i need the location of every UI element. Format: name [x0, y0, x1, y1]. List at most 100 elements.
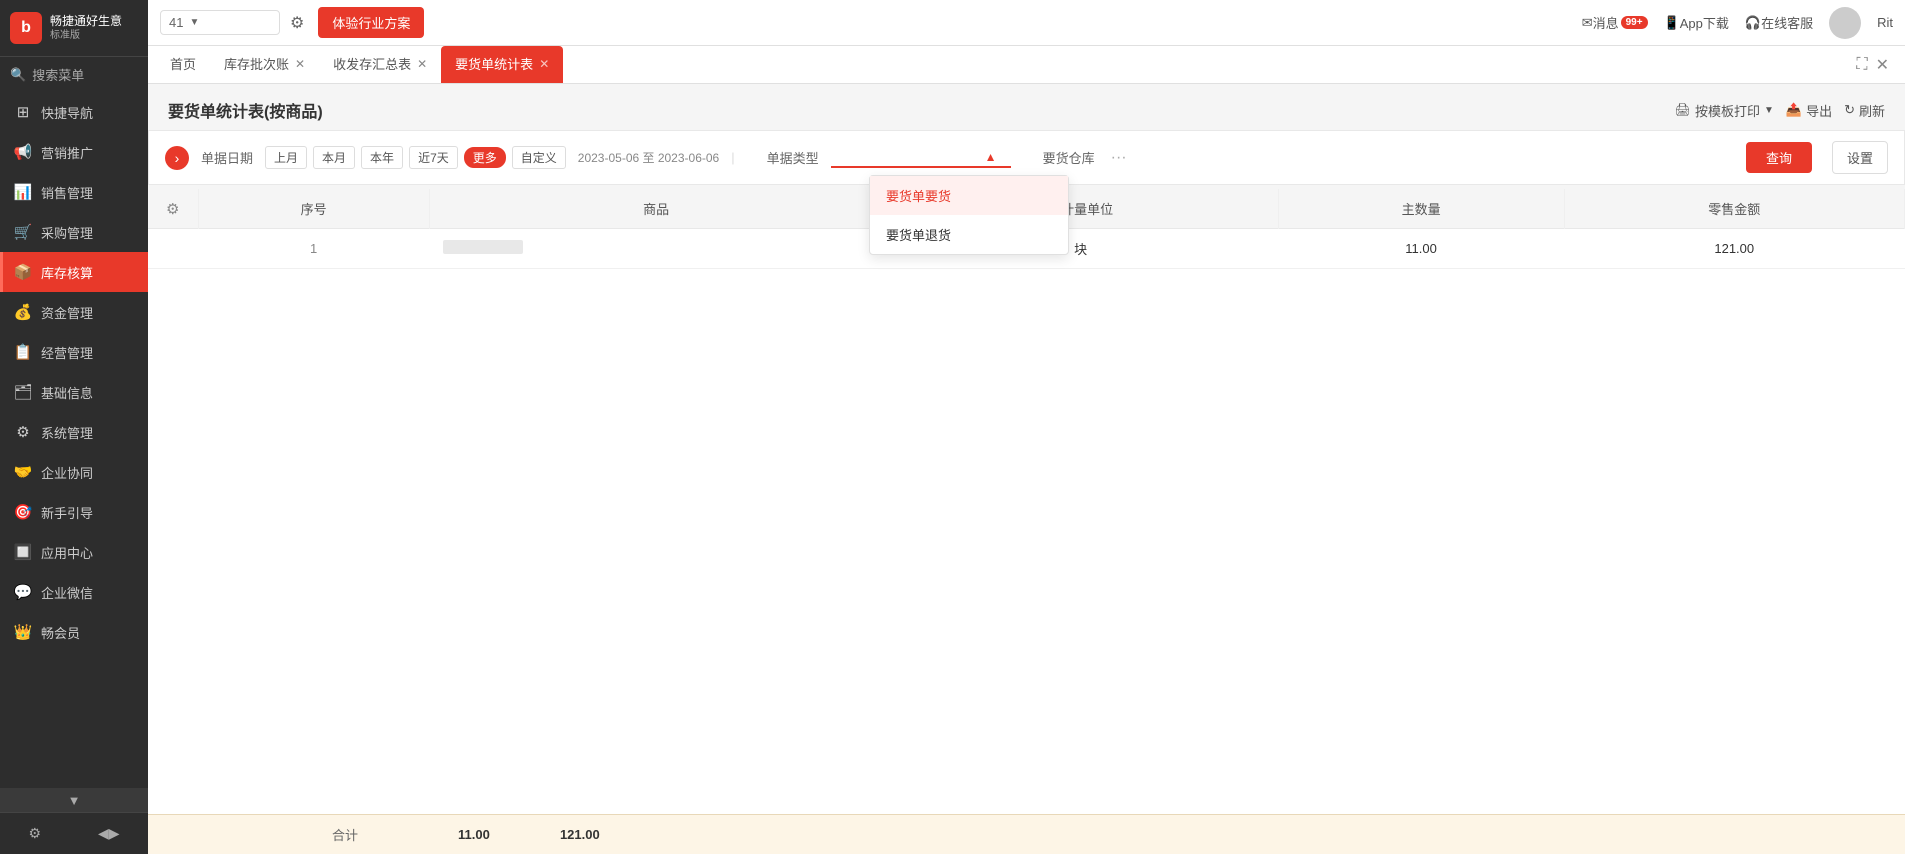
- messages-btn[interactable]: ✉ 消息 99+: [1582, 13, 1648, 32]
- guide-icon: 🎯: [13, 502, 33, 522]
- topbar-settings-icon[interactable]: ⚙: [290, 13, 304, 33]
- finance-icon: 💰: [13, 302, 33, 322]
- footer-label: 合计: [162, 825, 358, 844]
- sidebar-collapse-btn[interactable]: ◀▶: [90, 821, 128, 846]
- system-icon: ⚙: [13, 422, 33, 442]
- maximize-btn[interactable]: ⛶: [1856, 56, 1867, 74]
- sidebar-item-business[interactable]: 📋 经营管理: [0, 332, 148, 372]
- query-btn[interactable]: 查询: [1746, 142, 1812, 173]
- filter-date-options: 上月 本月 本年 近7天 更多 自定义: [265, 146, 566, 169]
- sidebar-item-label-guide: 新手引导: [41, 503, 93, 522]
- sidebar-item-label-enterprise: 企业协同: [41, 463, 93, 482]
- tab-batch[interactable]: 库存批次账 ✕: [210, 46, 319, 83]
- date-btn-this-year[interactable]: 本年: [361, 146, 403, 169]
- topbar: 41 ▼ ⚙ 体验行业方案 ✉ 消息 99+ 📱 App下载 🎧 在线客服 Ri…: [148, 0, 1905, 46]
- app-logo-text: 畅捷通好生意 标准版: [50, 14, 122, 43]
- sidebar: b 畅捷通好生意 标准版 🔍 搜索菜单 ⊞ 快捷导航 📢 营销推广 📊 销售管理…: [0, 0, 148, 854]
- footer-amount: 121.00: [490, 827, 610, 842]
- member-icon: 👑: [13, 622, 33, 642]
- type-dropdown-popup: 要货单要货 要货单退货: [869, 175, 1069, 255]
- user-name: Rit: [1877, 15, 1893, 30]
- message-icon: ✉: [1582, 15, 1593, 31]
- sidebar-item-label-marketing: 营销推广: [41, 143, 93, 162]
- sidebar-item-finance[interactable]: 💰 资金管理: [0, 292, 148, 332]
- date-btn-custom[interactable]: 自定义: [512, 146, 566, 169]
- sidebar-item-marketing[interactable]: 📢 营销推广: [0, 132, 148, 172]
- sales-icon: 📊: [13, 182, 33, 202]
- date-btn-7days[interactable]: 近7天: [409, 146, 458, 169]
- type-filter-chevron-up-icon[interactable]: ▲: [985, 150, 997, 164]
- sidebar-search[interactable]: 🔍 搜索菜单: [0, 57, 148, 92]
- export-btn[interactable]: 📤 导出: [1786, 101, 1832, 120]
- product-name-placeholder: [443, 240, 523, 254]
- tab-close-batch[interactable]: ✕: [295, 57, 305, 71]
- sidebar-item-enterprise[interactable]: 🤝 企业协同: [0, 452, 148, 492]
- sidebar-item-label-member: 畅会员: [41, 623, 80, 642]
- search-icon: 🔍: [10, 67, 26, 83]
- sidebar-item-label-system: 系统管理: [41, 423, 93, 442]
- dropdown-option-order-goods[interactable]: 要货单要货: [870, 176, 1068, 215]
- online-service-btn[interactable]: 🎧 在线客服: [1745, 13, 1813, 32]
- marketing-icon: 📢: [13, 142, 33, 162]
- sidebar-settings-btn[interactable]: ⚙: [20, 821, 49, 846]
- page-actions: 🖨 按模板打印 ▼ 📤 导出 ↻ 刷新: [1674, 101, 1885, 120]
- col-qty-header: 主数量: [1278, 189, 1564, 229]
- sidebar-item-inventory[interactable]: 📦 库存核算: [0, 252, 148, 292]
- sidebar-item-label-base: 基础信息: [41, 383, 93, 402]
- col-settings-icon[interactable]: ⚙: [166, 201, 179, 218]
- sidebar-scroll-down[interactable]: ▼: [0, 788, 148, 812]
- tab-close-order-stats[interactable]: ✕: [539, 57, 549, 71]
- sidebar-item-guide[interactable]: 🎯 新手引导: [0, 492, 148, 532]
- chevron-down-icon: ▼: [189, 17, 199, 28]
- tab-shipreceive[interactable]: 收发存汇总表 ✕: [319, 46, 441, 83]
- export-icon: 📤: [1786, 102, 1802, 118]
- tabs-actions: ⛶ ✕: [1856, 46, 1897, 83]
- col-amount-header: 零售金额: [1564, 189, 1905, 229]
- sidebar-item-label-appstore: 应用中心: [41, 543, 93, 562]
- tab-home[interactable]: 首页: [156, 46, 210, 83]
- appstore-icon: 🔲: [13, 542, 33, 562]
- sidebar-item-sales[interactable]: 📊 销售管理: [0, 172, 148, 212]
- type-filter-input[interactable]: [835, 149, 985, 164]
- user-avatar[interactable]: [1829, 7, 1861, 39]
- type-filter-input-wrapper: ▲: [831, 147, 1011, 168]
- page-title: 要货单统计表(按商品): [168, 98, 323, 122]
- sidebar-item-member[interactable]: 👑 畅会员: [0, 612, 148, 652]
- date-btn-this-month[interactable]: 本月: [313, 146, 355, 169]
- print-btn[interactable]: 🖨 按模板打印 ▼: [1674, 101, 1773, 120]
- sidebar-items-list: ⊞ 快捷导航 📢 营销推广 📊 销售管理 🛒 采购管理 📦 库存核算 💰 资金管…: [0, 92, 148, 788]
- col-settings-header[interactable]: ⚙: [148, 189, 198, 229]
- date-btn-last-month[interactable]: 上月: [265, 146, 307, 169]
- tab-close-shipreceive[interactable]: ✕: [417, 57, 427, 71]
- refresh-icon: ↻: [1844, 102, 1855, 118]
- date-btn-more[interactable]: 更多: [464, 147, 506, 168]
- sidebar-item-quick-nav[interactable]: ⊞ 快捷导航: [0, 92, 148, 132]
- wechat-icon: 💬: [13, 582, 33, 602]
- sidebar-item-label-purchase: 采购管理: [41, 223, 93, 242]
- filter-settings-btn[interactable]: 设置: [1832, 141, 1888, 174]
- sidebar-item-appstore[interactable]: 🔲 应用中心: [0, 532, 148, 572]
- refresh-btn[interactable]: ↻ 刷新: [1844, 101, 1885, 120]
- sidebar-item-system[interactable]: ⚙ 系统管理: [0, 412, 148, 452]
- enterprise-icon: 🤝: [13, 462, 33, 482]
- sidebar-item-wechat[interactable]: 💬 企业微信: [0, 572, 148, 612]
- dropdown-option-order-return[interactable]: 要货单退货: [870, 215, 1068, 254]
- base-icon: 🗂: [13, 382, 33, 402]
- row-product: [429, 229, 883, 269]
- app-download-btn[interactable]: 📱 App下载: [1664, 13, 1729, 32]
- phone-icon: 📱: [1664, 15, 1680, 31]
- sidebar-logo: b 畅捷通好生意 标准版: [0, 0, 148, 57]
- messages-badge: 99+: [1621, 16, 1648, 29]
- business-icon: 📋: [13, 342, 33, 362]
- filter-expand-btn[interactable]: ›: [165, 146, 189, 170]
- warehouse-filter-dots[interactable]: ···: [1111, 149, 1127, 167]
- topbar-store-dropdown[interactable]: 41 ▼: [160, 10, 280, 35]
- tab-order-stats[interactable]: 要货单统计表 ✕: [441, 46, 563, 83]
- footer-qty: 11.00: [358, 827, 490, 842]
- close-tab-btn[interactable]: ✕: [1876, 55, 1889, 75]
- topbar-left: 41 ▼ ⚙ 体验行业方案: [160, 7, 1582, 38]
- sidebar-item-base[interactable]: 🗂 基础信息: [0, 372, 148, 412]
- sidebar-bottom: ⚙ ◀▶: [0, 812, 148, 854]
- trial-btn[interactable]: 体验行业方案: [318, 7, 424, 38]
- sidebar-item-purchase[interactable]: 🛒 采购管理: [0, 212, 148, 252]
